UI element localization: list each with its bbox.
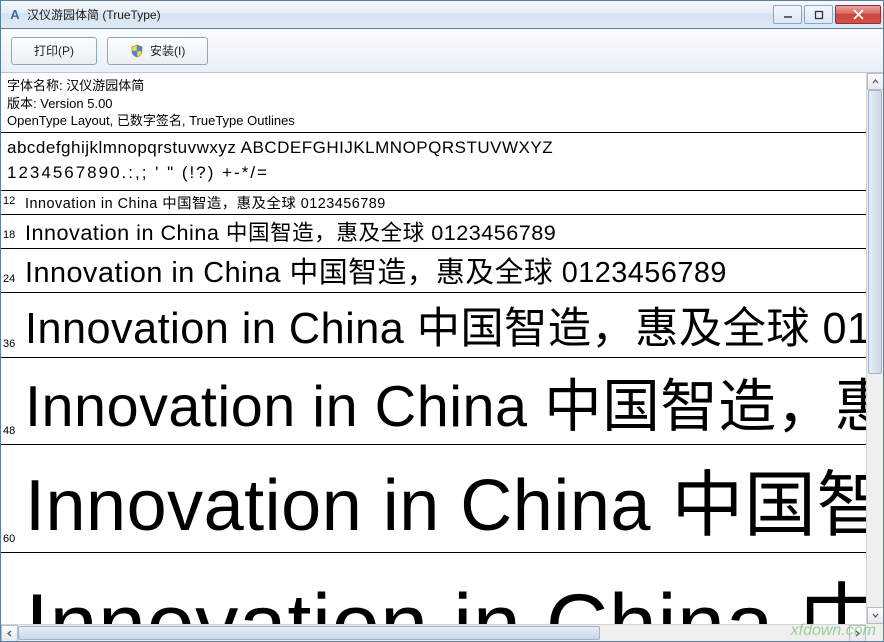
sample-row-60: 60Innovation in China 中国智造，惠及全球 01234567… (1, 445, 866, 553)
sample-text: Innovation in China 中国智造，惠及全球 0123456789 (25, 554, 866, 624)
sample-text: Innovation in China 中国智造，惠及全球 0123456789 (25, 294, 866, 356)
font-name-label: 字体名称: (7, 78, 63, 93)
font-version-row: 版本: Version 5.00 (7, 95, 860, 113)
scroll-thumb-v[interactable] (868, 90, 882, 374)
window-controls (773, 5, 881, 24)
scroll-track-v[interactable] (867, 90, 883, 607)
sample-text: Innovation in China 中国智造，惠及全球 0123456789 (25, 192, 386, 213)
toolbar: 打印(P) 安装(I) (1, 29, 883, 73)
close-button[interactable] (835, 5, 881, 24)
print-button[interactable]: 打印(P) (11, 37, 97, 65)
maximize-button[interactable] (804, 5, 833, 24)
font-version-value: Version 5.00 (40, 96, 112, 111)
scroll-track-h[interactable] (18, 625, 849, 641)
sample-size-label: 48 (3, 425, 25, 443)
sample-row-72: 72Innovation in China 中国智造，惠及全球 01234567… (1, 553, 866, 624)
minimize-button[interactable] (773, 5, 802, 24)
sample-row-48: 48Innovation in China 中国智造，惠及全球 01234567… (1, 358, 866, 445)
chevron-left-icon (6, 630, 13, 637)
sample-list: 12Innovation in China 中国智造，惠及全球 01234567… (1, 191, 866, 624)
scrollbar-corner (866, 624, 883, 641)
scroll-up-button[interactable] (867, 73, 883, 90)
content-area: 字体名称: 汉仪游园体简 版本: Version 5.00 OpenType L… (1, 73, 883, 641)
sample-size-label: 18 (3, 229, 25, 247)
sample-row-24: 24Innovation in China 中国智造，惠及全球 01234567… (1, 249, 866, 293)
font-info-block: 字体名称: 汉仪游园体简 版本: Version 5.00 OpenType L… (1, 73, 866, 133)
sample-text: Innovation in China 中国智造，惠及全球 0123456789 (25, 216, 556, 247)
vertical-scrollbar[interactable] (866, 73, 883, 624)
title-bar[interactable]: A 汉仪游园体简 (TrueType) (1, 1, 883, 29)
sample-text: Innovation in China 中国智造，惠及全球 0123456789 (25, 446, 866, 551)
maximize-icon (814, 10, 824, 20)
scroll-down-button[interactable] (867, 607, 883, 624)
scroll-left-button[interactable] (1, 625, 18, 641)
font-preview-window: A 汉仪游园体简 (TrueType) 打印(P) 安装(I) (0, 0, 884, 642)
sample-row-36: 36Innovation in China 中国智造，惠及全球 01234567… (1, 293, 866, 358)
print-button-label: 打印(P) (34, 42, 74, 59)
sample-size-label: 60 (3, 533, 25, 551)
install-button[interactable]: 安装(I) (107, 37, 208, 65)
scroll-thumb-h[interactable] (18, 626, 600, 640)
horizontal-scrollbar[interactable] (1, 624, 866, 641)
scroll-viewport: 字体名称: 汉仪游园体简 版本: Version 5.00 OpenType L… (1, 73, 866, 624)
scroll-right-button[interactable] (849, 625, 866, 641)
font-version-label: 版本: (7, 96, 37, 111)
app-icon: A (7, 7, 23, 23)
sample-size-label: 12 (3, 195, 25, 213)
close-icon (853, 9, 864, 20)
sample-text: Innovation in China 中国智造，惠及全球 0123456789 (25, 250, 727, 291)
window-title: 汉仪游园体简 (TrueType) (27, 6, 773, 23)
font-name-row: 字体名称: 汉仪游园体简 (7, 77, 860, 95)
chevron-up-icon (872, 78, 879, 85)
specimen-block: abcdefghijklmnopqrstuvwxyz ABCDEFGHIJKLM… (1, 133, 866, 191)
font-name-value: 汉仪游园体简 (66, 78, 144, 93)
install-button-label: 安装(I) (150, 42, 185, 59)
sample-size-label: 24 (3, 273, 25, 291)
chevron-down-icon (872, 612, 879, 619)
sample-size-label: 36 (3, 338, 25, 356)
sample-text: Innovation in China 中国智造，惠及全球 0123456789 (25, 359, 866, 443)
sample-row-18: 18Innovation in China 中国智造，惠及全球 01234567… (1, 215, 866, 249)
font-features-row: OpenType Layout, 已数字签名, TrueType Outline… (7, 112, 860, 130)
specimen-alpha: abcdefghijklmnopqrstuvwxyz ABCDEFGHIJKLM… (7, 137, 860, 159)
sample-row-12: 12Innovation in China 中国智造，惠及全球 01234567… (1, 191, 866, 215)
minimize-icon (783, 10, 793, 20)
chevron-right-icon (854, 630, 861, 637)
shield-icon (130, 44, 144, 58)
specimen-numsym: 1234567890.:,; ' " (!?) +-*/= (7, 159, 860, 186)
